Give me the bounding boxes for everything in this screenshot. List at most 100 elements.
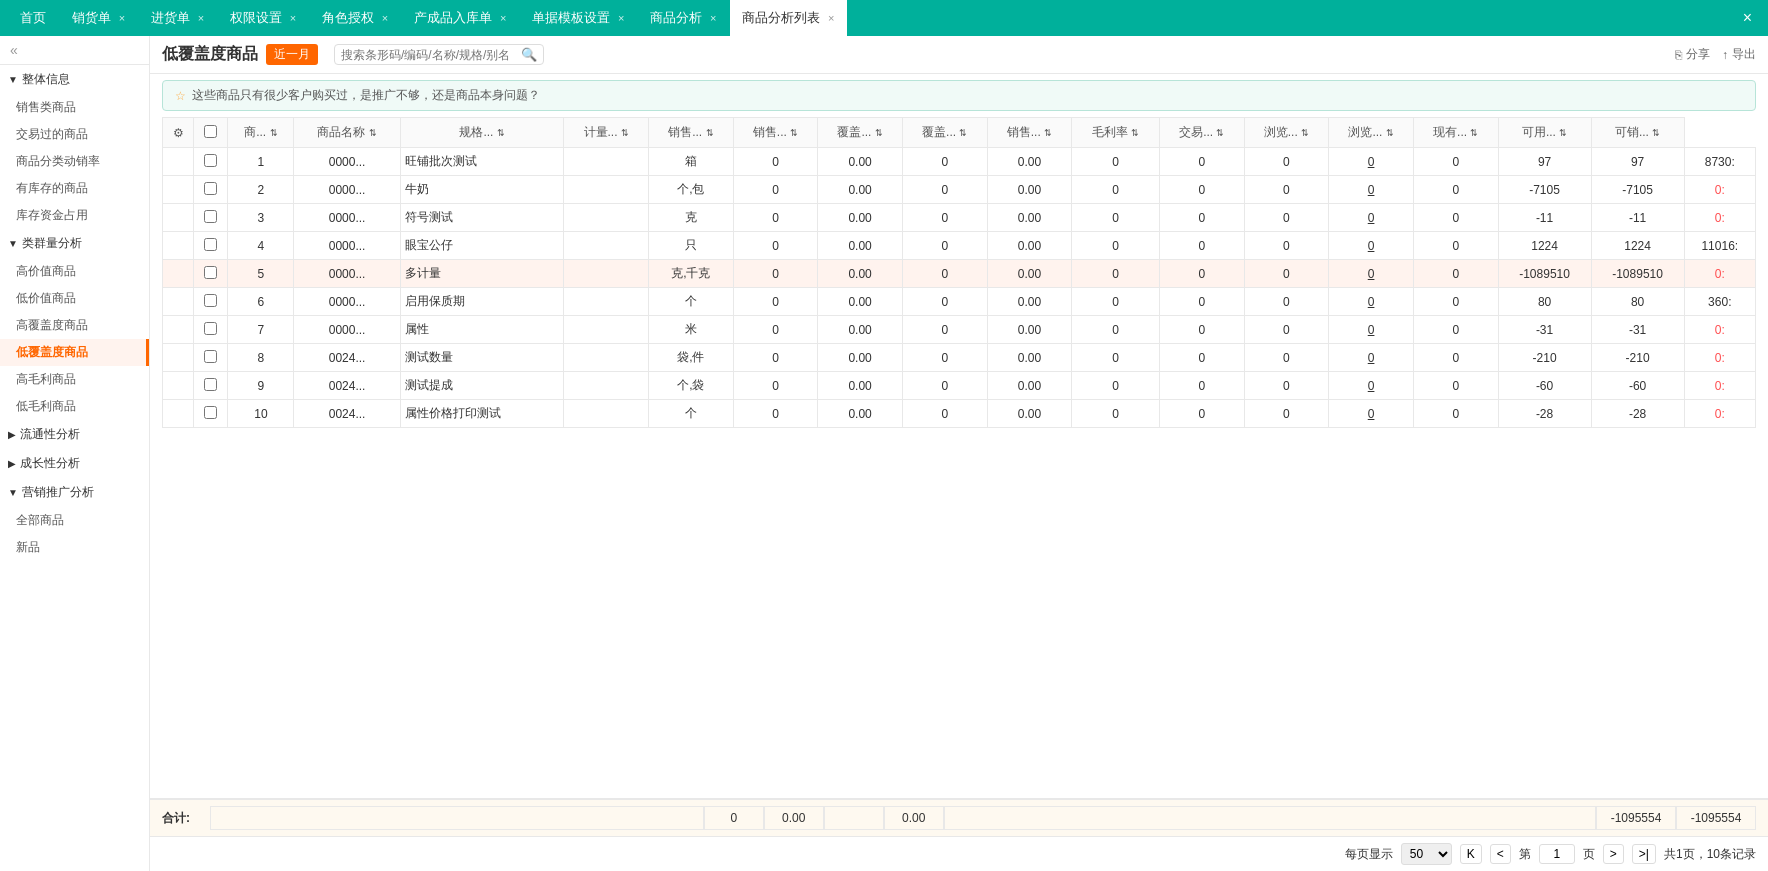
nav-item-analysis[interactable]: 商品分析 ×: [638, 0, 728, 36]
sidebar-section-overall[interactable]: ▼ 整体信息: [0, 65, 149, 94]
last-page-button[interactable]: >|: [1632, 844, 1656, 864]
page-size-select[interactable]: 20 50 100: [1401, 843, 1452, 865]
row-browse1[interactable]: 0: [1329, 148, 1414, 176]
sidebar-section-liquidity[interactable]: ▶ 流通性分析: [0, 420, 149, 449]
sidebar-item-low-profit[interactable]: 低毛利商品: [0, 393, 149, 420]
sidebar-item-low-value[interactable]: 低价值商品: [0, 285, 149, 312]
col-browse1[interactable]: 浏览... ⇅: [1244, 118, 1329, 148]
search-icon[interactable]: 🔍: [521, 47, 537, 62]
nav-item-sales[interactable]: 销货单 ×: [60, 0, 137, 36]
row-browse1[interactable]: 0: [1329, 232, 1414, 260]
row-browse2: 0: [1413, 400, 1498, 428]
row-cover2: 0.00: [987, 288, 1072, 316]
sidebar-item-traded-goods[interactable]: 交易过的商品: [0, 121, 149, 148]
row-checkbox[interactable]: [194, 372, 228, 400]
col-saleable[interactable]: 可销... ⇅: [1591, 118, 1684, 148]
row-browse1[interactable]: 0: [1329, 316, 1414, 344]
close-analysis-icon[interactable]: ×: [710, 12, 716, 24]
col-cover2[interactable]: 覆盖... ⇅: [902, 118, 987, 148]
row-available: -31: [1591, 316, 1684, 344]
col-gross-margin[interactable]: 毛利率 ⇅: [1072, 118, 1160, 148]
sidebar-section-cluster[interactable]: ▼ 类群量分析: [0, 229, 149, 258]
first-page-button[interactable]: K: [1460, 844, 1482, 864]
col-checkbox[interactable]: [194, 118, 228, 148]
row-no: 2: [228, 176, 294, 204]
time-range-button[interactable]: 近一月: [266, 44, 318, 65]
sidebar-section-marketing[interactable]: ▼ 营销推广分析: [0, 478, 149, 507]
nav-item-analysis-list[interactable]: 商品分析列表 ×: [730, 0, 846, 36]
export-button[interactable]: ↑ 导出: [1722, 46, 1756, 63]
nav-item-purchase[interactable]: 进货单 ×: [139, 0, 216, 36]
sidebar-section-growth[interactable]: ▶ 成长性分析: [0, 449, 149, 478]
sidebar-item-category-rate[interactable]: 商品分类动销率: [0, 148, 149, 175]
col-unit[interactable]: 计量... ⇅: [564, 118, 649, 148]
row-checkbox[interactable]: [194, 400, 228, 428]
row-sales-qty: 0: [733, 204, 818, 232]
col-name[interactable]: 商品名称 ⇅: [294, 118, 400, 148]
sidebar-item-high-value[interactable]: 高价值商品: [0, 258, 149, 285]
sidebar-item-with-stock[interactable]: 有库存的商品: [0, 175, 149, 202]
row-checkbox[interactable]: [194, 344, 228, 372]
row-browse1[interactable]: 0: [1329, 204, 1414, 232]
nav-item-home[interactable]: 首页: [8, 0, 58, 36]
close-permission-icon[interactable]: ×: [290, 12, 296, 24]
close-sales-icon[interactable]: ×: [119, 12, 125, 24]
nav-item-template[interactable]: 单据模板设置 ×: [520, 0, 636, 36]
row-gross-margin: 0: [1159, 316, 1244, 344]
col-cover1[interactable]: 覆盖... ⇅: [818, 118, 903, 148]
col-code[interactable]: 商... ⇅: [228, 118, 294, 148]
col-settings[interactable]: ⚙: [163, 118, 194, 148]
col-sales-amt[interactable]: 销售... ⇅: [733, 118, 818, 148]
select-all-checkbox[interactable]: [204, 125, 217, 138]
col-transaction[interactable]: 交易... ⇅: [1159, 118, 1244, 148]
row-browse1[interactable]: 0: [1329, 400, 1414, 428]
col-current-stock[interactable]: 现有... ⇅: [1413, 118, 1498, 148]
page-number-input[interactable]: [1539, 844, 1575, 864]
page-word: 页: [1583, 846, 1595, 863]
sidebar-item-high-profit[interactable]: 高毛利商品: [0, 366, 149, 393]
col-available-stock[interactable]: 可用... ⇅: [1498, 118, 1591, 148]
share-button[interactable]: ⎘ 分享: [1675, 46, 1710, 63]
prev-page-button[interactable]: <: [1490, 844, 1511, 864]
col-spec[interactable]: 规格... ⇅: [400, 118, 564, 148]
col-sales-qty[interactable]: 销售... ⇅: [649, 118, 734, 148]
info-banner: ☆ 这些商品只有很少客户购买过，是推广不够，还是商品本身问题？: [162, 80, 1756, 111]
col-browse2[interactable]: 浏览... ⇅: [1329, 118, 1414, 148]
close-template-icon[interactable]: ×: [618, 12, 624, 24]
row-checkbox[interactable]: [194, 232, 228, 260]
sidebar-item-all-goods[interactable]: 全部商品: [0, 507, 149, 534]
sidebar-item-capital[interactable]: 库存资金占用: [0, 202, 149, 229]
row-checkbox[interactable]: [194, 176, 228, 204]
close-role-icon[interactable]: ×: [382, 12, 388, 24]
row-browse1[interactable]: 0: [1329, 344, 1414, 372]
sidebar-item-high-coverage[interactable]: 高覆盖度商品: [0, 312, 149, 339]
row-checkbox[interactable]: [194, 316, 228, 344]
next-page-button[interactable]: >: [1603, 844, 1624, 864]
row-checkbox[interactable]: [194, 260, 228, 288]
row-browse1[interactable]: 0: [1329, 372, 1414, 400]
sidebar-item-low-coverage[interactable]: 低覆盖度商品: [0, 339, 149, 366]
row-cover1: 0: [902, 260, 987, 288]
sidebar-collapse-button[interactable]: «: [8, 40, 20, 60]
row-checkbox[interactable]: [194, 288, 228, 316]
row-browse1[interactable]: 0: [1329, 260, 1414, 288]
row-spec: [564, 372, 649, 400]
row-checkbox[interactable]: [194, 204, 228, 232]
close-product-icon[interactable]: ×: [500, 12, 506, 24]
nav-item-product[interactable]: 产成品入库单 ×: [402, 0, 518, 36]
close-purchase-icon[interactable]: ×: [198, 12, 204, 24]
search-input[interactable]: [341, 48, 521, 62]
close-all-button[interactable]: ×: [1735, 9, 1760, 27]
row-name: 旺铺批次测试: [400, 148, 564, 176]
row-checkbox[interactable]: [194, 148, 228, 176]
row-cover1: 0: [902, 288, 987, 316]
sidebar-item-new-goods[interactable]: 新品: [0, 534, 149, 561]
close-analysis-list-icon[interactable]: ×: [828, 12, 834, 24]
col-sales3[interactable]: 销售... ⇅: [987, 118, 1072, 148]
sidebar-item-sales-goods[interactable]: 销售类商品: [0, 94, 149, 121]
row-browse1[interactable]: 0: [1329, 288, 1414, 316]
table-row: 6 0000... 启用保质期 个 0 0.00 0 0.00 0 0 0 0 …: [163, 288, 1756, 316]
nav-item-role[interactable]: 角色授权 ×: [310, 0, 400, 36]
nav-item-permission[interactable]: 权限设置 ×: [218, 0, 308, 36]
row-browse1[interactable]: 0: [1329, 176, 1414, 204]
